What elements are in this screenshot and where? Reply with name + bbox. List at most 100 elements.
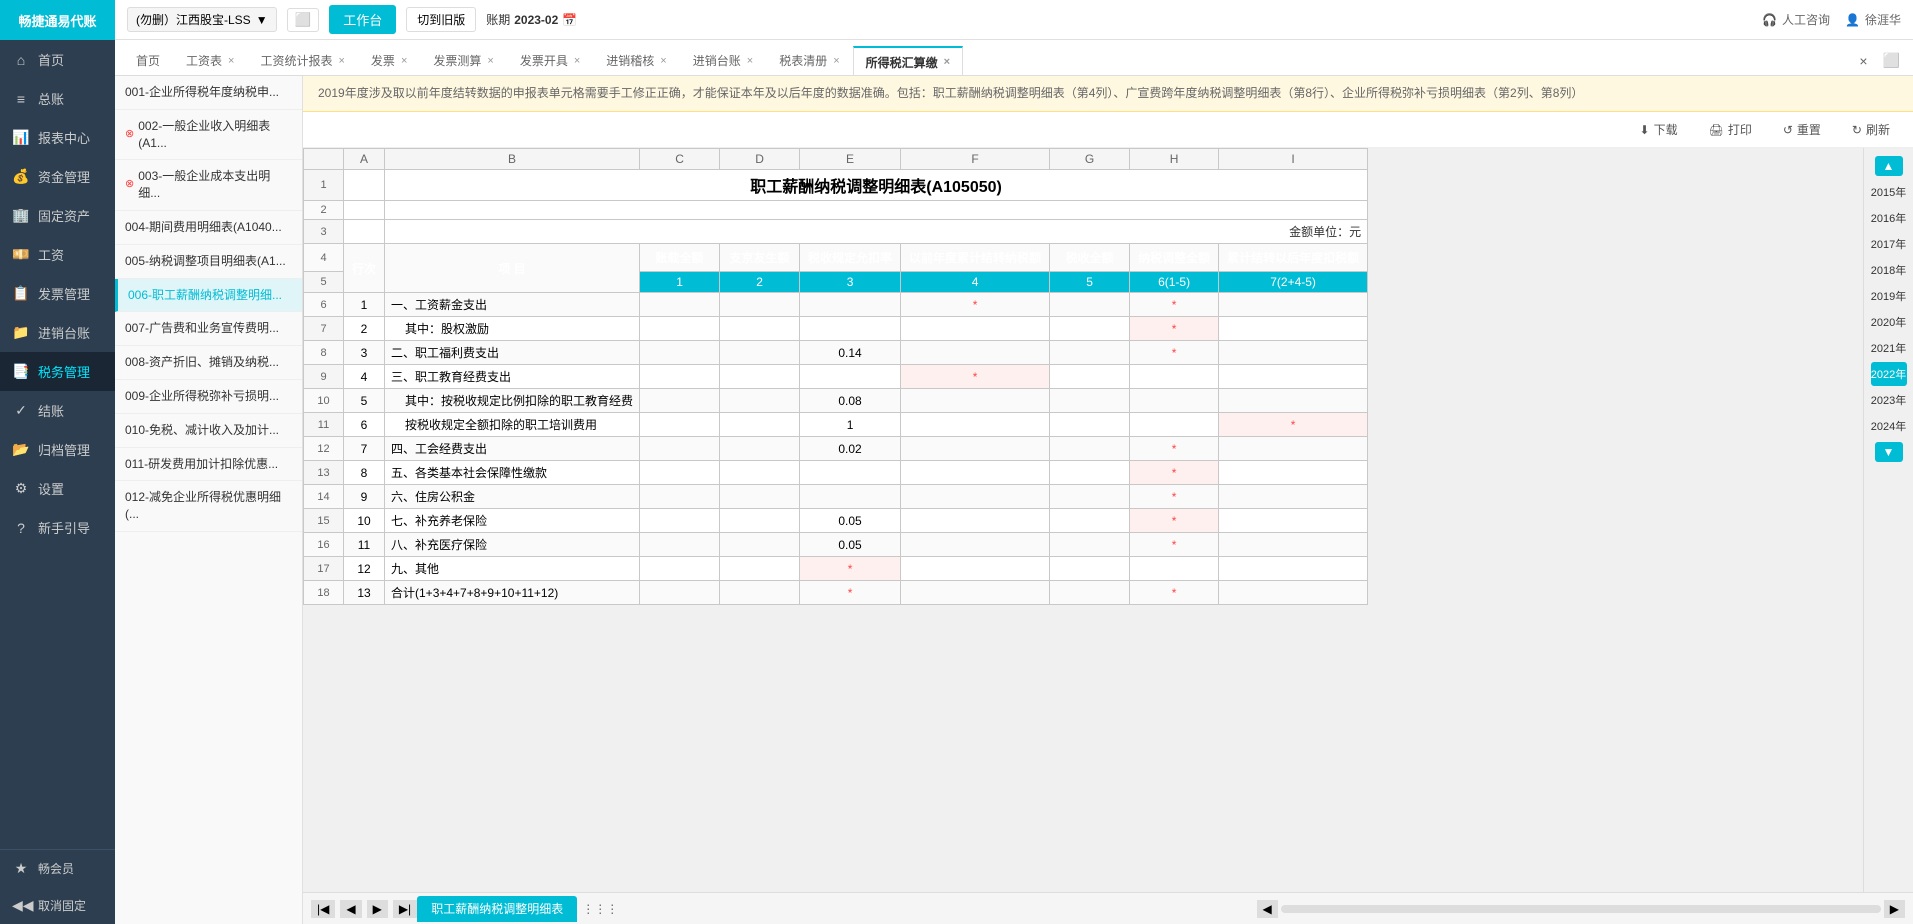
year-nav-up[interactable]: ▲ — [1875, 156, 1903, 176]
sidebar-item-guide[interactable]: ? 新手引导 — [0, 508, 115, 547]
tab-salary-report[interactable]: 工资统计报表 × — [247, 45, 357, 75]
tab-close-invoice-calc[interactable]: × — [487, 55, 493, 67]
tab-close-invoice-issue[interactable]: × — [574, 55, 580, 67]
sidebar-item-archive[interactable]: 📂 归档管理 — [0, 430, 115, 469]
tab-close-sales-audit[interactable]: × — [660, 55, 666, 67]
print-button[interactable]: 🖨 打印 — [1701, 118, 1760, 141]
col-header-f: F — [901, 149, 1050, 170]
year-2015[interactable]: 2015年 — [1871, 180, 1907, 204]
reset-button[interactable]: ↺ 重置 — [1775, 118, 1829, 141]
year-panel: ▲ 2015年 2016年 2017年 2018年 2019年 2020年 20… — [1863, 148, 1913, 892]
list-item-011[interactable]: 011-研发费用加计扣除优惠... — [115, 448, 302, 482]
scroll-right-button[interactable]: ▶ — [1884, 900, 1905, 918]
tab-sales-ledger[interactable]: 进销台账 × — [680, 45, 766, 75]
list-item-002[interactable]: ⊗ 002-一般企业收入明细表(A1... — [115, 110, 302, 161]
sidebar-item-settings[interactable]: ⚙ 设置 — [0, 469, 115, 508]
list-item-010[interactable]: 010-免税、减计收入及加计... — [115, 414, 302, 448]
sidebar-item-unpin[interactable]: ◀◀ 取消固定 — [0, 887, 115, 924]
tab-invoice-calc[interactable]: 发票测算 × — [420, 45, 506, 75]
header-tax-adjust: 纳税调整全额 — [1130, 244, 1219, 272]
col-header-h: H — [1130, 149, 1219, 170]
back-button[interactable]: 切到旧版 — [406, 7, 476, 32]
sidebar-item-ledger[interactable]: ≡ 总账 — [0, 79, 115, 118]
tab-fullscreen-button[interactable]: ⬜ — [1878, 50, 1905, 71]
table-scroll[interactable]: A B C D E F G H I — [303, 148, 1863, 892]
sidebar-item-label: 首页 — [38, 50, 64, 69]
table-row: 6 1 一、工资薪金支出 * * — [304, 293, 1368, 317]
list-item-006[interactable]: 006-职工薪酬纳税调整明细... — [115, 279, 302, 313]
sidebar-item-finance[interactable]: 💰 资金管理 — [0, 157, 115, 196]
sheet-tab[interactable]: 职工薪酬纳税调整明细表 — [417, 896, 577, 922]
sidebar-item-close[interactable]: ✓ 结账 — [0, 391, 115, 430]
list-panel: 001-企业所得税年度纳税申... ⊗ 002-一般企业收入明细表(A1... … — [115, 76, 303, 924]
year-2017[interactable]: 2017年 — [1871, 232, 1907, 256]
sidebar-item-purchase-sales[interactable]: 📁 进销台账 — [0, 313, 115, 352]
year-2019[interactable]: 2019年 — [1871, 284, 1907, 308]
sidebar-item-tax[interactable]: 📑 税务管理 — [0, 352, 115, 391]
topbar-left: (勿删）江西股宝-LSS ▼ ⬜ 工作台 切到旧版 账期 2023-02 📅 — [127, 5, 577, 34]
user-menu[interactable]: 👤 徐涯华 — [1845, 11, 1901, 28]
tab-close-tax-book[interactable]: × — [833, 55, 839, 67]
scroll-left-button[interactable]: ◀ — [1257, 900, 1278, 918]
year-2024[interactable]: 2024年 — [1871, 414, 1907, 438]
sheet-nav-first[interactable]: |◀ — [311, 900, 335, 918]
list-item-label: 004-期间费用明细表(A1040... — [125, 219, 282, 236]
col-num-1: 1 — [640, 272, 720, 293]
list-item-007[interactable]: 007-广告费和业务宣传费明... — [115, 312, 302, 346]
close-period-icon: ✓ — [12, 402, 30, 419]
col-num-4: 4 — [901, 272, 1050, 293]
list-item-004[interactable]: 004-期间费用明细表(A1040... — [115, 211, 302, 245]
list-item-008[interactable]: 008-资产折旧、摊销及纳税... — [115, 346, 302, 380]
sidebar-item-assets[interactable]: 🏢 固定资产 — [0, 196, 115, 235]
year-2021[interactable]: 2021年 — [1871, 336, 1907, 360]
sidebar-item-salary[interactable]: 💴 工资 — [0, 235, 115, 274]
year-2023[interactable]: 2023年 — [1871, 388, 1907, 412]
sidebar-item-home[interactable]: ⌂ 首页 — [0, 40, 115, 79]
sidebar-item-label: 归档管理 — [38, 440, 90, 459]
row-num: 2 — [304, 201, 344, 220]
workbench-button[interactable]: 工作台 — [329, 5, 396, 34]
tab-close-salary-report[interactable]: × — [338, 55, 344, 67]
year-2022[interactable]: 2022年 — [1871, 362, 1907, 386]
tab-prev-button[interactable]: × — [1854, 51, 1872, 71]
row-num: 1 — [304, 170, 344, 201]
support-link[interactable]: 🎧 人工咨询 — [1762, 11, 1830, 28]
tab-close-invoice[interactable]: × — [401, 55, 407, 67]
year-2020[interactable]: 2020年 — [1871, 310, 1907, 334]
list-item-001[interactable]: 001-企业所得税年度纳税申... — [115, 76, 302, 110]
sheet-nav-last[interactable]: ▶| — [393, 900, 417, 918]
sheet-nav-next[interactable]: ▶ — [367, 900, 388, 918]
tab-sales-audit[interactable]: 进销稽核 × — [593, 45, 679, 75]
year-2016[interactable]: 2016年 — [1871, 206, 1907, 230]
list-item-003[interactable]: ⊗ 003-一般企业成本支出明细... — [115, 160, 302, 211]
horizontal-scrollbar[interactable] — [1281, 905, 1881, 913]
list-item-009[interactable]: 009-企业所得税弥补亏损明... — [115, 380, 302, 414]
tab-income-tax[interactable]: 所得税汇算缴 × — [853, 46, 963, 76]
refresh-button[interactable]: ↻ 刷新 — [1844, 118, 1898, 141]
copy-icon[interactable]: ⬜ — [287, 8, 320, 32]
tab-close-income-tax[interactable]: × — [944, 56, 950, 68]
sidebar-item-invoice[interactable]: 📋 发票管理 — [0, 274, 115, 313]
tab-close-salary[interactable]: × — [228, 55, 234, 67]
sidebar-item-member[interactable]: ★ 畅会员 — [0, 850, 115, 887]
headphone-icon: 🎧 — [1762, 13, 1777, 27]
tab-tax-book[interactable]: 税表清册 × — [766, 45, 852, 75]
col-num-7: 7(2+4-5) — [1219, 272, 1368, 293]
header-tax-rate: 税收规定允扣率 — [800, 244, 901, 272]
tab-invoice-issue[interactable]: 发票开具 × — [507, 45, 593, 75]
list-item-012[interactable]: 012-减免企业所得税优惠明细(... — [115, 481, 302, 532]
year-nav-down[interactable]: ▼ — [1875, 442, 1903, 462]
download-button[interactable]: ⬇ 下载 — [1632, 118, 1686, 141]
tab-close-sales-ledger[interactable]: × — [747, 55, 753, 67]
sidebar-item-reports[interactable]: 📊 报表中心 — [0, 118, 115, 157]
year-2018[interactable]: 2018年 — [1871, 258, 1907, 282]
sidebar-item-label: 工资 — [38, 245, 64, 264]
company-selector[interactable]: (勿删）江西股宝-LSS ▼ — [127, 7, 277, 32]
sheet-more-icon[interactable]: ⋮⋮⋮ — [582, 902, 618, 916]
tab-home[interactable]: 首页 — [123, 45, 173, 75]
sheet-nav-prev[interactable]: ◀ — [340, 900, 361, 918]
tab-salary[interactable]: 工资表 × — [173, 45, 247, 75]
tab-invoice[interactable]: 发票 × — [358, 45, 420, 75]
calendar-icon[interactable]: 📅 — [562, 13, 577, 27]
list-item-005[interactable]: 005-纳税调整项目明细表(A1... — [115, 245, 302, 279]
